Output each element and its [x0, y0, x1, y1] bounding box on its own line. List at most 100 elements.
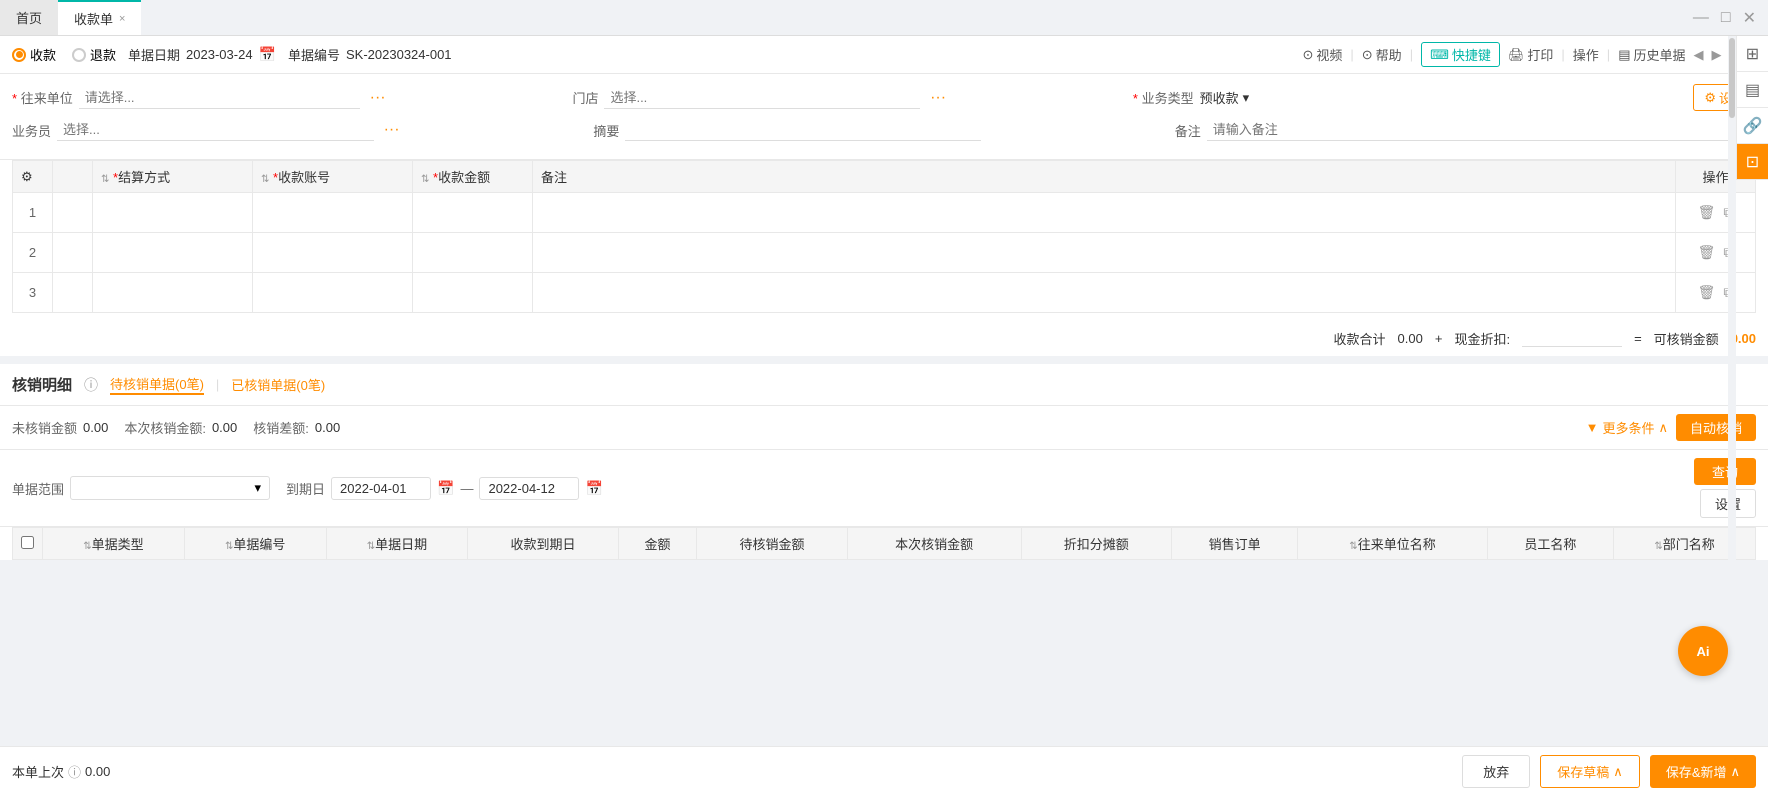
scope-label: 单据范围: [12, 479, 64, 498]
operation-label: 操作: [1573, 45, 1599, 64]
done-tab[interactable]: 已核销单据(0笔): [231, 375, 325, 394]
verify-info-icon[interactable]: ⓘ: [84, 375, 98, 395]
radio-refund[interactable]: 退款: [72, 45, 116, 64]
help-action[interactable]: ⊙ 帮助: [1362, 45, 1402, 64]
print-action[interactable]: 🖨 打印: [1508, 45, 1554, 64]
shop-input[interactable]: [604, 87, 920, 109]
more-conditions-btn[interactable]: ▼ 更多条件 ∧: [1586, 418, 1668, 437]
shortcut-label: 快捷键: [1452, 45, 1491, 64]
video-icon: ⊙: [1302, 47, 1313, 63]
date-calendar-icon[interactable]: 📅: [259, 46, 276, 63]
row2-num-extra: [53, 233, 93, 273]
radio-receipt[interactable]: 收款: [12, 45, 56, 64]
row1-delete-icon[interactable]: 🗑: [1698, 204, 1716, 221]
pending-tab[interactable]: 待核销单据(0笔): [110, 374, 204, 395]
table-row: 1 🗑 ⧉: [13, 193, 1756, 233]
partner-more-icon[interactable]: ···: [370, 89, 386, 107]
scrollbar[interactable]: [1728, 36, 1736, 796]
shortcut-button[interactable]: ⌨ 快捷键: [1421, 42, 1500, 67]
nav-prev-icon[interactable]: ◀: [1694, 47, 1704, 63]
filter-row: 未核销金额 0.00 本次核销金额: 0.00 核销差额: 0.00 ▼ 更多条…: [0, 406, 1768, 450]
ai-label: Ai: [1697, 644, 1710, 659]
footer-info: 本单上次 ⓘ 0.00: [12, 762, 110, 781]
form-area: * 往来单位 ··· 门店 ··· * 业务类型 预收款 ▾: [0, 74, 1768, 160]
scrollbar-thumb: [1729, 38, 1735, 118]
save-button[interactable]: 保存&新增 ∧: [1650, 755, 1756, 788]
tab-active[interactable]: 收款单 ×: [58, 0, 141, 35]
row3-remark[interactable]: [533, 273, 1676, 313]
date-value: 2023-03-24: [186, 47, 253, 62]
operation-action[interactable]: 操作: [1573, 45, 1599, 64]
date-to-input[interactable]: [479, 477, 579, 500]
date-from-input[interactable]: [331, 477, 431, 500]
window-minimize-icon[interactable]: —: [1689, 5, 1713, 31]
row3-num-extra: [53, 273, 93, 313]
diff-field: 核销差额: 0.00: [253, 418, 340, 437]
th-remark: 备注: [533, 161, 1676, 193]
remark-input[interactable]: [1207, 119, 1756, 141]
remark-field: 备注: [1175, 119, 1756, 141]
row2-delete-icon[interactable]: 🗑: [1698, 244, 1716, 261]
remark-label: 备注: [1175, 121, 1201, 140]
sidebar-scan-icon[interactable]: ⊡: [1737, 144, 1768, 180]
row1-remark[interactable]: [533, 193, 1676, 233]
date-from-icon[interactable]: 📅: [437, 480, 454, 497]
row1-account[interactable]: [253, 193, 413, 233]
th-check[interactable]: [13, 528, 43, 560]
tab-bar: 首页 收款单 × — □ ✕: [0, 0, 1768, 36]
biz-type-value: 预收款: [1200, 88, 1239, 107]
filter-icon: ▼: [1586, 420, 1599, 435]
row1-amount[interactable]: [413, 193, 533, 233]
equals-sign: =: [1634, 331, 1642, 346]
row2-account[interactable]: [253, 233, 413, 273]
video-action[interactable]: ⊙ 视频: [1302, 45, 1342, 64]
history-action[interactable]: ▤ 历史单据: [1618, 45, 1685, 64]
sidebar-image-icon[interactable]: ▤: [1737, 72, 1768, 108]
ai-bubble[interactable]: Ai: [1678, 626, 1728, 676]
scope-select[interactable]: ▾: [70, 476, 270, 500]
tab-close-icon[interactable]: ×: [119, 13, 125, 25]
row3-amount[interactable]: [413, 273, 533, 313]
row2-amount[interactable]: [413, 233, 533, 273]
row3-settle[interactable]: [93, 273, 253, 313]
th-setting[interactable]: ⚙: [13, 161, 53, 193]
row2-remark[interactable]: [533, 233, 1676, 273]
window-close-icon[interactable]: ✕: [1739, 4, 1760, 32]
row1-settle[interactable]: [93, 193, 253, 233]
row2-ops: 🗑 ⧉: [1676, 233, 1756, 273]
staff-more-icon[interactable]: ···: [384, 121, 400, 139]
scope-field: 单据范围 ▾: [12, 476, 270, 500]
row3-num: 3: [13, 273, 53, 313]
nav-next-icon[interactable]: ▶: [1712, 47, 1722, 63]
auto-verify-button[interactable]: 自动核销: [1676, 414, 1756, 441]
summary-input[interactable]: [625, 119, 981, 141]
window-maximize-icon[interactable]: □: [1717, 5, 1735, 31]
date-to-icon[interactable]: 📅: [585, 480, 602, 497]
tab-home[interactable]: 首页: [0, 0, 58, 35]
video-label: 视频: [1316, 45, 1342, 64]
biz-type-select[interactable]: 预收款 ▾: [1200, 88, 1250, 107]
summary-label: 摘要: [593, 121, 619, 140]
data-table-wrap: ⚙ ⇅ *结算方式 ⇅ *收款账号 ⇅ *收款金额 备注 操: [0, 160, 1768, 321]
abandon-button[interactable]: 放弃: [1462, 755, 1530, 788]
sidebar-link-icon[interactable]: 🔗: [1737, 108, 1768, 144]
unverified-label: 未核销金额: [12, 418, 77, 437]
row1-num: 1: [13, 193, 53, 233]
check-all[interactable]: [21, 536, 34, 549]
row2-settle[interactable]: [93, 233, 253, 273]
shop-more-icon[interactable]: ···: [930, 89, 946, 107]
th-bill-no: ⇅单据编号: [184, 528, 326, 560]
discount-input[interactable]: [1522, 331, 1622, 347]
form-row-2: 业务员 ··· 摘要 备注: [12, 119, 1756, 141]
row3-delete-icon[interactable]: 🗑: [1698, 284, 1716, 301]
toolbar: 收款 退款 单据日期 2023-03-24 📅 单据编号 SK-20230324…: [0, 36, 1768, 74]
partner-input[interactable]: [79, 87, 360, 109]
total-value: 0.00: [1398, 331, 1423, 346]
draft-button[interactable]: 保存草稿 ∧: [1540, 755, 1640, 788]
last-bill-info-icon[interactable]: ⓘ: [68, 762, 81, 781]
query-button[interactable]: 查询: [1694, 458, 1756, 485]
sidebar-table-icon[interactable]: ⊞: [1737, 36, 1768, 72]
radio-receipt-circle: [12, 48, 26, 62]
staff-input[interactable]: [57, 119, 374, 141]
row3-account[interactable]: [253, 273, 413, 313]
